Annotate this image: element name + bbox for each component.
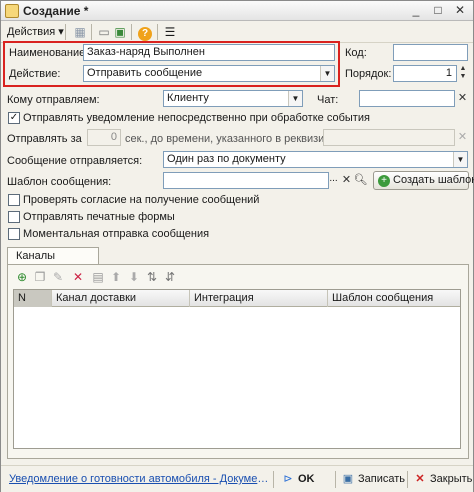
- instant-send-label: Моментальная отправка сообщения: [23, 228, 210, 240]
- close-icon[interactable]: ✕: [451, 2, 469, 19]
- message-sent-value: Один раз по документу: [167, 153, 286, 165]
- move-up-icon[interactable]: ⬆: [108, 269, 124, 285]
- column-header-integration[interactable]: Интеграция: [190, 290, 328, 307]
- maximize-icon[interactable]: □: [429, 2, 447, 19]
- bottom-divider: [407, 471, 408, 488]
- column-header-n[interactable]: N: [14, 290, 52, 307]
- table-header: N Канал доставки Интеграция Шаблон сообщ…: [14, 290, 460, 307]
- bottom-divider: [335, 471, 336, 488]
- window-title: Создание *: [23, 4, 89, 18]
- close-label: Закрыть: [430, 473, 473, 485]
- message-sent-select[interactable]: Один раз по документу ▼: [163, 151, 468, 168]
- clear-icon[interactable]: ✕: [455, 129, 470, 146]
- end-edit-icon[interactable]: ▤: [90, 269, 106, 285]
- delivery-channels-table[interactable]: N Канал доставки Интеграция Шаблон сообщ…: [13, 289, 461, 449]
- title-bar: Создание * _ □ ✕: [1, 1, 473, 21]
- toolbar-divider: [131, 24, 132, 40]
- create-template-button[interactable]: + Создать шаблон: [373, 171, 474, 190]
- edit-icon[interactable]: ✎: [50, 269, 66, 285]
- minimize-icon[interactable]: _: [407, 2, 425, 19]
- copy-icon[interactable]: ❐: [32, 269, 48, 285]
- template-field[interactable]: [163, 172, 329, 189]
- tab-delivery-channels[interactable]: Каналы доставки: [7, 247, 99, 279]
- actions-label: Действия: [7, 26, 56, 38]
- add-icon: +: [378, 175, 390, 187]
- action-select[interactable]: Отправить сообщение ▼: [83, 65, 335, 82]
- instant-send-checkbox[interactable]: [8, 228, 20, 240]
- clear-icon[interactable]: ✕: [339, 172, 354, 189]
- print-forms-checkbox[interactable]: [8, 211, 20, 223]
- message-sent-label: Сообщение отправляется:: [7, 155, 143, 167]
- consent-checkbox[interactable]: [8, 194, 20, 206]
- template-label: Шаблон сообщения:: [7, 176, 112, 188]
- send-immediately-checkbox[interactable]: ✓: [8, 112, 20, 124]
- send-in-seconds-field[interactable]: 0: [87, 129, 121, 146]
- dropdown-arrow-icon[interactable]: ▼: [453, 152, 467, 167]
- save-label: Записать: [358, 473, 406, 485]
- add-document-icon[interactable]: ▣: [111, 23, 129, 41]
- chat-label: Чат:: [317, 94, 339, 106]
- column-header-channel[interactable]: Канал доставки: [52, 290, 190, 307]
- help-icon[interactable]: ?: [136, 23, 154, 41]
- list-icon[interactable]: ☰: [161, 23, 179, 41]
- save-icon: ▣: [342, 473, 354, 485]
- send-immediately-label: Отправлять уведомление непосредственно п…: [23, 112, 370, 124]
- bottom-bar: Уведомление о готовности автомобиля - До…: [1, 465, 473, 492]
- toolbar: Действия ▾ ▦ ▭ ▣ ? ☰: [1, 21, 473, 43]
- document-icon: [5, 4, 19, 18]
- print-forms-label: Отправлять печатные формы: [23, 211, 175, 223]
- recipient-value: Клиенту: [167, 92, 209, 104]
- toolbar-divider: [65, 24, 66, 40]
- toolbar-divider: [91, 24, 92, 40]
- search-icon[interactable]: 🔍︎: [353, 172, 368, 189]
- delete-icon[interactable]: ✕: [70, 269, 86, 285]
- toolbar-divider: [157, 24, 158, 40]
- consent-label: Проверять согласие на получение сообщени…: [23, 194, 260, 206]
- add-icon[interactable]: ⊕: [14, 269, 30, 285]
- action-value: Отправить сообщение: [87, 67, 203, 79]
- chevron-down-icon: ▾: [58, 26, 64, 38]
- chat-field[interactable]: [359, 90, 455, 107]
- action-label: Действие:: [9, 68, 61, 80]
- form-window: Создание * _ □ ✕ Действия ▾ ▦ ▭ ▣ ? ☰ На…: [0, 0, 474, 492]
- save-button[interactable]: ▣ Записать: [341, 470, 405, 489]
- tab-panel: ⊕ ❐ ✎ ✕ ▤ ⬆ ⬇ ⇅ ⇵ N Канал доставки Интег…: [7, 264, 469, 459]
- code-label: Код:: [345, 47, 367, 59]
- order-label: Порядок:: [345, 68, 392, 80]
- recipient-label: Кому отправляем:: [7, 94, 100, 106]
- tabs-area: Каналы доставки ⊕ ❐ ✎ ✕ ▤ ⬆ ⬇ ⇅ ⇵ N Кана…: [7, 247, 469, 459]
- move-down-icon[interactable]: ⬇: [126, 269, 142, 285]
- recipient-select[interactable]: Клиенту ▼: [163, 90, 303, 107]
- name-field[interactable]: Заказ-наряд Выполнен: [83, 44, 335, 61]
- order-field[interactable]: 1: [393, 65, 457, 82]
- document-link[interactable]: Уведомление о готовности автомобиля - До…: [9, 473, 269, 485]
- table-icon[interactable]: ▦: [71, 23, 89, 41]
- column-header-template[interactable]: Шаблон сообщения: [328, 290, 460, 307]
- sort-ascending-icon[interactable]: ⇅: [144, 269, 160, 285]
- code-field[interactable]: [393, 44, 468, 61]
- close-button[interactable]: ✕ Закрыть: [413, 470, 472, 489]
- name-label: Наименование:: [9, 47, 89, 59]
- actions-menu-button[interactable]: Действия ▾: [5, 24, 66, 40]
- ok-button[interactable]: ⊳ OK: [281, 470, 315, 489]
- dropdown-arrow-icon[interactable]: ▼: [288, 91, 302, 106]
- clear-icon[interactable]: ✕: [455, 90, 470, 107]
- bottom-divider: [273, 471, 274, 488]
- send-in-suffix: сек., до времени, указанного в реквизите: [125, 133, 336, 145]
- ok-label: OK: [298, 473, 315, 485]
- dropdown-arrow-icon[interactable]: ▼: [320, 66, 334, 81]
- ok-icon: ⊳: [283, 473, 293, 485]
- send-in-attribute-field[interactable]: [323, 129, 455, 146]
- sort-descending-icon[interactable]: ⇵: [162, 269, 178, 285]
- close-icon: ✕: [415, 473, 425, 485]
- send-in-label: Отправлять за: [7, 133, 82, 145]
- create-template-label: Создать шаблон: [393, 174, 474, 186]
- order-spinner[interactable]: ▲ ▼: [457, 65, 469, 82]
